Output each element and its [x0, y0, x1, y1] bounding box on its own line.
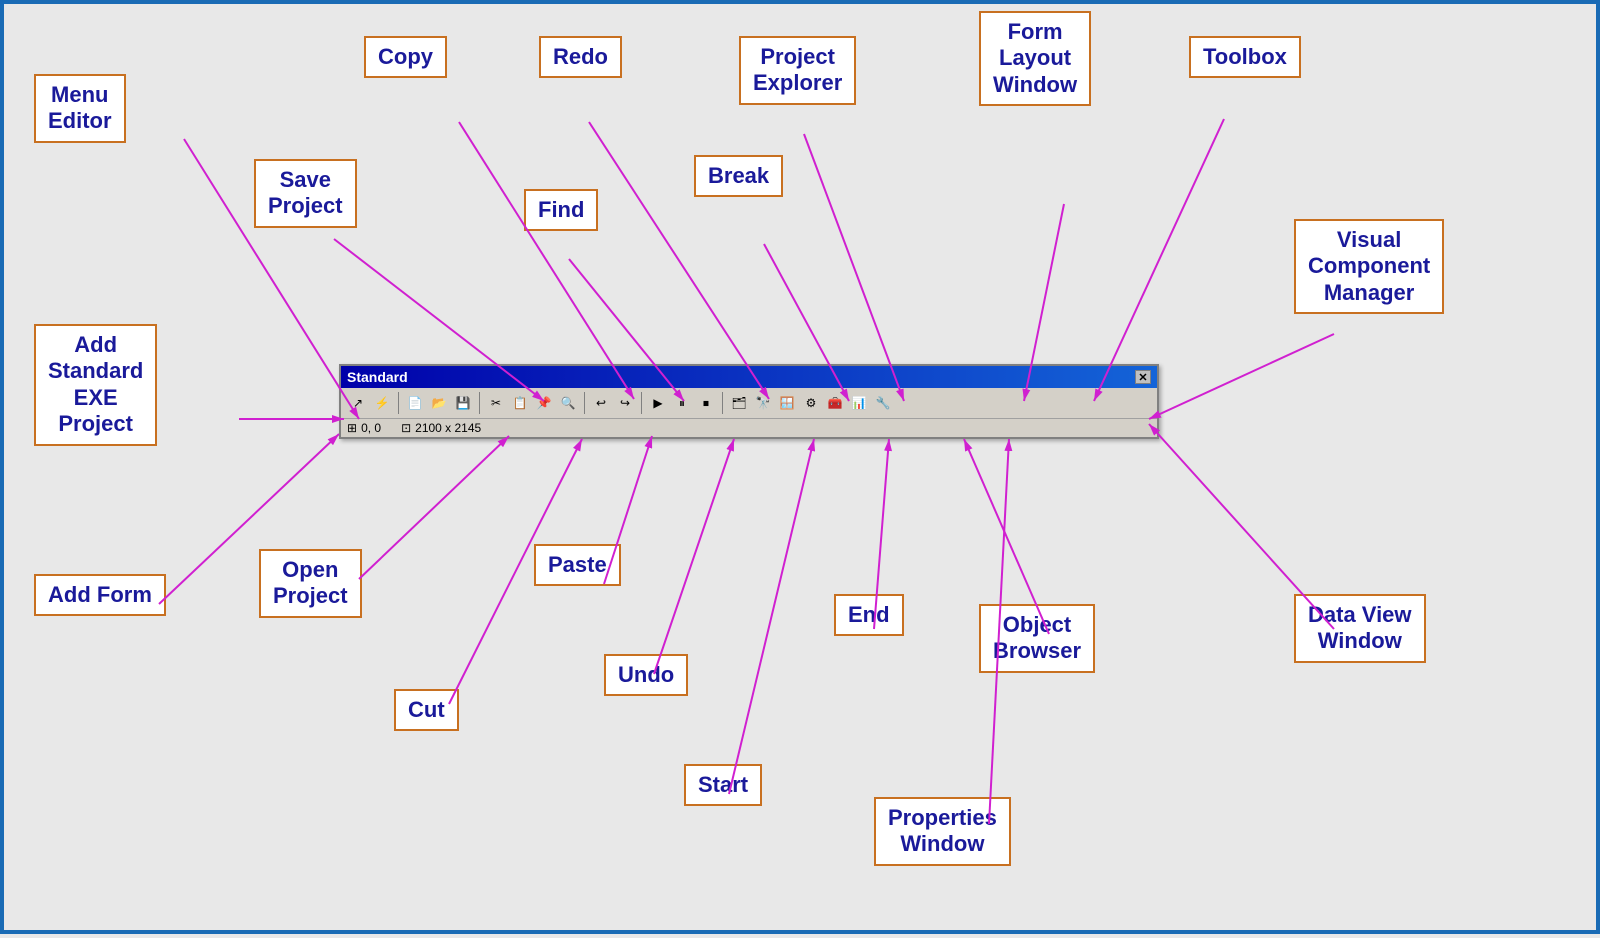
tb-icon-open[interactable]: 📂 — [428, 392, 450, 414]
label-menu-editor: Menu Editor — [34, 74, 126, 143]
label-undo: Undo — [604, 654, 688, 696]
close-button[interactable]: ✕ — [1135, 370, 1151, 384]
toolbar-body: ↗ ⚡ 📄 📂 💾 ✂ 📋 📌 🔍 ↩ ↪ ▶ ⏸ ⏹ 🗂 🔭 🪟 ⚙ 🧰 📊 … — [341, 388, 1157, 418]
tb-icon-cut[interactable]: ✂ — [485, 392, 507, 414]
label-cut: Cut — [394, 689, 459, 731]
status-coords: ⊞ 0, 0 — [347, 421, 381, 435]
label-add-standard-exe: Add Standard EXE Project — [34, 324, 157, 446]
label-start: Start — [684, 764, 762, 806]
toolbar-title: Standard — [347, 369, 408, 385]
label-copy: Copy — [364, 36, 447, 78]
label-find: Find — [524, 189, 598, 231]
tb-icon-find[interactable]: 🔍 — [557, 392, 579, 414]
tb-icon-vcm[interactable]: 🔧 — [872, 392, 894, 414]
status-size: ⊡ 2100 x 2145 — [401, 421, 481, 435]
arrows-svg — [4, 4, 1600, 938]
tb-icon-form-layout[interactable]: 🪟 — [776, 392, 798, 414]
label-redo: Redo — [539, 36, 622, 78]
label-project-explorer: Project Explorer — [739, 36, 856, 105]
tb-icon-object-browser[interactable]: 🔭 — [752, 392, 774, 414]
tb-icon-copy[interactable]: 📋 — [509, 392, 531, 414]
tb-separator-2 — [479, 392, 480, 414]
tb-icon-save[interactable]: 💾 — [452, 392, 474, 414]
tb-separator-3 — [584, 392, 585, 414]
label-data-view-window: Data View Window — [1294, 594, 1426, 663]
toolbar-status: ⊞ 0, 0 ⊡ 2100 x 2145 — [341, 418, 1157, 437]
tb-separator-1 — [398, 392, 399, 414]
label-properties-window: Properties Window — [874, 797, 1011, 866]
tb-icon-project-explorer[interactable]: 🗂 — [728, 392, 750, 414]
label-save-project: Save Project — [254, 159, 357, 228]
tb-icon-data-view[interactable]: 📊 — [848, 392, 870, 414]
toolbar-titlebar: Standard ✕ — [341, 366, 1157, 388]
tb-icon-paste[interactable]: 📌 — [533, 392, 555, 414]
tb-icon-properties[interactable]: ⚙ — [800, 392, 822, 414]
label-toolbox: Toolbox — [1189, 36, 1301, 78]
tb-icon-arrow[interactable]: ↗ — [347, 392, 369, 414]
tb-separator-5 — [722, 392, 723, 414]
tb-icon-end[interactable]: ⏹ — [695, 392, 717, 414]
label-open-project: Open Project — [259, 549, 362, 618]
label-add-form: Add Form — [34, 574, 166, 616]
tb-icon-undo[interactable]: ↩ — [590, 392, 612, 414]
label-object-browser: Object Browser — [979, 604, 1095, 673]
tb-icon-lightning[interactable]: ⚡ — [371, 392, 393, 414]
label-form-layout-window: Form Layout Window — [979, 11, 1091, 106]
tb-icon-new[interactable]: 📄 — [404, 392, 426, 414]
label-visual-component-manager: Visual Component Manager — [1294, 219, 1444, 314]
tb-icon-start[interactable]: ▶ — [647, 392, 669, 414]
label-paste: Paste — [534, 544, 621, 586]
tb-separator-4 — [641, 392, 642, 414]
tb-icon-toolbox[interactable]: 🧰 — [824, 392, 846, 414]
label-break: Break — [694, 155, 783, 197]
label-end: End — [834, 594, 904, 636]
tb-icon-redo[interactable]: ↪ — [614, 392, 636, 414]
toolbar-window: Standard ✕ ↗ ⚡ 📄 📂 💾 ✂ 📋 📌 🔍 ↩ ↪ ▶ ⏸ ⏹ 🗂… — [339, 364, 1159, 439]
tb-icon-break[interactable]: ⏸ — [671, 392, 693, 414]
